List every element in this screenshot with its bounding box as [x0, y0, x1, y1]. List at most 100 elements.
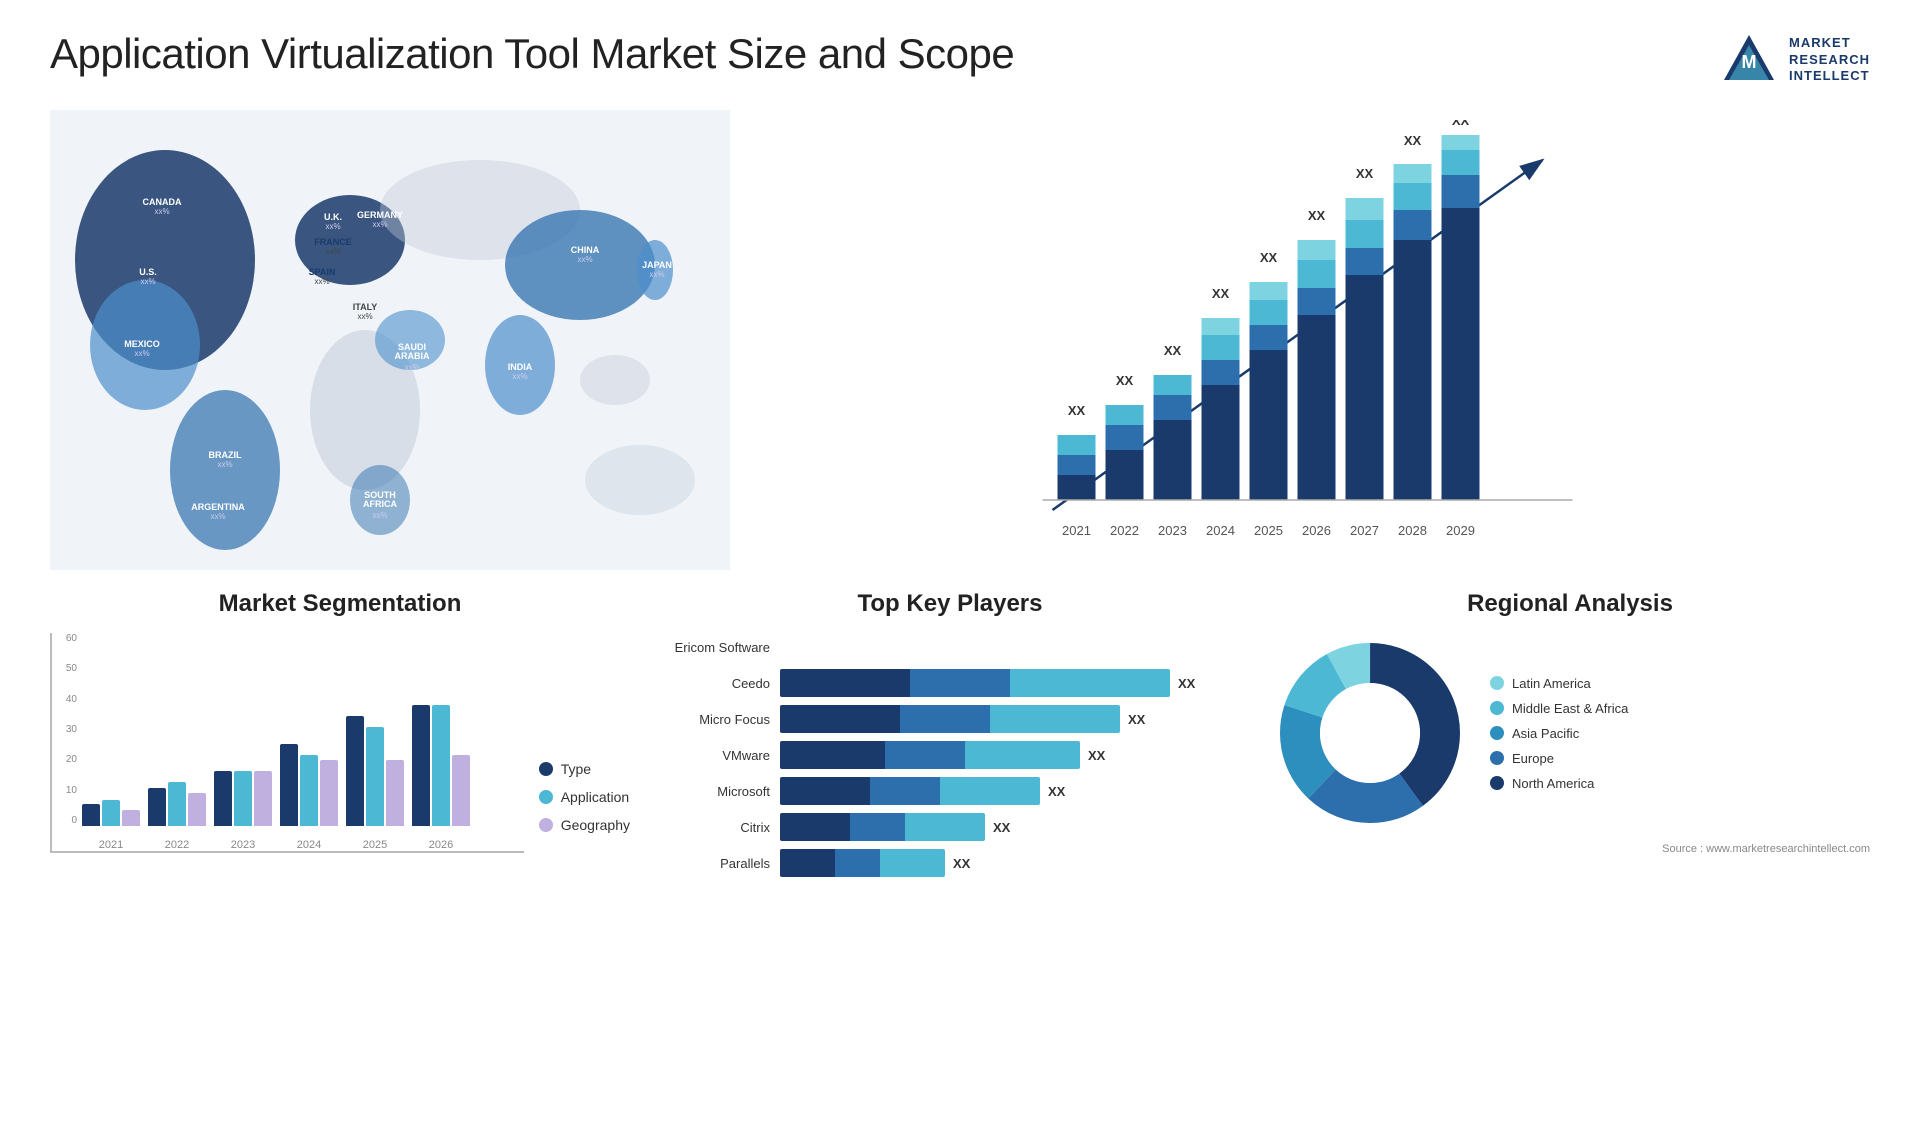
svg-text:ARGENTINA: ARGENTINA: [191, 502, 245, 512]
player-row-microsoft: Microsoft XX: [650, 777, 1250, 805]
svg-text:CHINA: CHINA: [571, 245, 600, 255]
bar-seg2: [835, 849, 880, 877]
legend-latin-america: Latin America: [1490, 676, 1628, 691]
svg-text:2026: 2026: [1302, 523, 1331, 538]
player-name-microsoft: Microsoft: [650, 784, 770, 799]
bar-chart-svg: XX 2021 XX 2022 XX 2023 XX: [765, 120, 1840, 560]
legend-asia-pacific: Asia Pacific: [1490, 726, 1628, 741]
player-val-microfocus: XX: [1128, 712, 1145, 727]
seg-bar-2022-app: [168, 782, 186, 826]
legend-geography: Geography: [539, 817, 630, 833]
svg-text:XX: XX: [1116, 373, 1134, 388]
player-val-vmware: XX: [1088, 748, 1105, 763]
player-name-microfocus: Micro Focus: [650, 712, 770, 727]
svg-text:xx%: xx%: [404, 363, 419, 372]
player-val-microsoft: XX: [1048, 784, 1065, 799]
bar-seg2: [885, 741, 965, 769]
bar-seg2: [910, 669, 1010, 697]
page-title: Application Virtualization Tool Market S…: [50, 30, 1014, 78]
bar-chart-section: XX 2021 XX 2022 XX 2023 XX: [745, 110, 1870, 570]
seg-bar-2021-app: [102, 800, 120, 826]
svg-text:XX: XX: [1452, 120, 1470, 128]
player-bar-ceedo: XX: [780, 669, 1250, 697]
bar-seg3: [905, 813, 985, 841]
svg-text:xx%: xx%: [325, 247, 340, 256]
player-bar-parallels: XX: [780, 849, 1250, 877]
bar-seg3: [965, 741, 1080, 769]
player-row-vmware: VMware XX: [650, 741, 1250, 769]
regional-container: Latin America Middle East & Africa Asia …: [1270, 633, 1870, 833]
legend-app-label: Application: [561, 789, 630, 805]
bar-seg1: [780, 669, 910, 697]
svg-text:xx%: xx%: [372, 220, 387, 229]
svg-text:CANADA: CANADA: [143, 197, 182, 207]
dot-latin-america: [1490, 676, 1504, 690]
svg-text:XX: XX: [1212, 286, 1230, 301]
dot-middle-east: [1490, 701, 1504, 715]
legend-geo-label: Geography: [561, 817, 630, 833]
svg-text:XX: XX: [1404, 133, 1422, 148]
bar-seg1: [780, 741, 885, 769]
player-row-ceedo: Ceedo XX: [650, 669, 1250, 697]
svg-text:2023: 2023: [1158, 523, 1187, 538]
label-middle-east: Middle East & Africa: [1512, 701, 1628, 716]
players-list: Ericom Software Ceedo: [650, 633, 1250, 877]
seg-bar-2021-type: [82, 804, 100, 826]
player-val-ceedo: XX: [1178, 676, 1195, 691]
legend-type-label: Type: [561, 761, 591, 777]
svg-text:U.S.: U.S.: [139, 267, 157, 277]
label-europe: Europe: [1512, 751, 1554, 766]
player-row-parallels: Parallels XX: [650, 849, 1250, 877]
svg-text:SPAIN: SPAIN: [309, 267, 336, 277]
svg-text:MEXICO: MEXICO: [124, 339, 160, 349]
svg-text:xx%: xx%: [372, 511, 387, 520]
svg-text:2022: 2022: [1110, 523, 1139, 538]
legend-geo-dot: [539, 818, 553, 832]
seg-bar-2026-geo: [452, 755, 470, 826]
header: Application Virtualization Tool Market S…: [50, 30, 1870, 90]
bar-seg3: [940, 777, 1040, 805]
svg-text:xx%: xx%: [577, 255, 592, 264]
seg-bar-2023-app: [234, 771, 252, 826]
dot-north-america: [1490, 776, 1504, 790]
seg-bar-2024-type: [280, 744, 298, 826]
bar-seg1: [780, 813, 850, 841]
label-asia-pacific: Asia Pacific: [1512, 726, 1579, 741]
logo-icon: M: [1719, 30, 1779, 90]
svg-text:INDIA: INDIA: [508, 362, 533, 372]
segmentation-legend: Type Application Geography: [539, 761, 630, 853]
svg-text:xx%: xx%: [649, 270, 664, 279]
svg-text:2027: 2027: [1350, 523, 1379, 538]
player-val-citrix: XX: [993, 820, 1010, 835]
source-text: Source : www.marketresearchintellect.com: [1270, 843, 1870, 855]
svg-text:JAPAN: JAPAN: [642, 260, 672, 270]
dot-asia-pacific: [1490, 726, 1504, 740]
market-segmentation-section: Market Segmentation 0 10 20 30 40 50 60: [50, 590, 630, 1106]
svg-text:xx%: xx%: [217, 460, 232, 469]
player-row-ericom: Ericom Software: [650, 633, 1250, 661]
svg-text:BRAZIL: BRAZIL: [209, 450, 242, 460]
svg-text:AFRICA: AFRICA: [363, 499, 397, 509]
segmentation-title: Market Segmentation: [50, 590, 630, 618]
bar-seg2: [870, 777, 940, 805]
seg-bar-2022-geo: [188, 793, 206, 826]
donut-chart-svg: [1270, 633, 1470, 833]
bar-seg2: [850, 813, 905, 841]
svg-text:xx%: xx%: [154, 207, 169, 216]
player-name-parallels: Parallels: [650, 856, 770, 871]
svg-text:ARABIA: ARABIA: [395, 351, 430, 361]
seg-bar-2024-geo: [320, 760, 338, 826]
svg-text:XX: XX: [1164, 343, 1182, 358]
svg-text:xx%: xx%: [210, 512, 225, 521]
key-players-section: Top Key Players Ericom Software Ceedo: [650, 590, 1250, 1106]
player-name-ceedo: Ceedo: [650, 676, 770, 691]
svg-text:XX: XX: [1356, 166, 1374, 181]
legend-europe: Europe: [1490, 751, 1628, 766]
bar-seg1: [780, 849, 835, 877]
svg-text:xx%: xx%: [325, 222, 340, 231]
svg-text:XX: XX: [1308, 208, 1326, 223]
legend-type: Type: [539, 761, 630, 777]
bar-seg2: [900, 705, 990, 733]
player-name-citrix: Citrix: [650, 820, 770, 835]
svg-text:2024: 2024: [1206, 523, 1235, 538]
